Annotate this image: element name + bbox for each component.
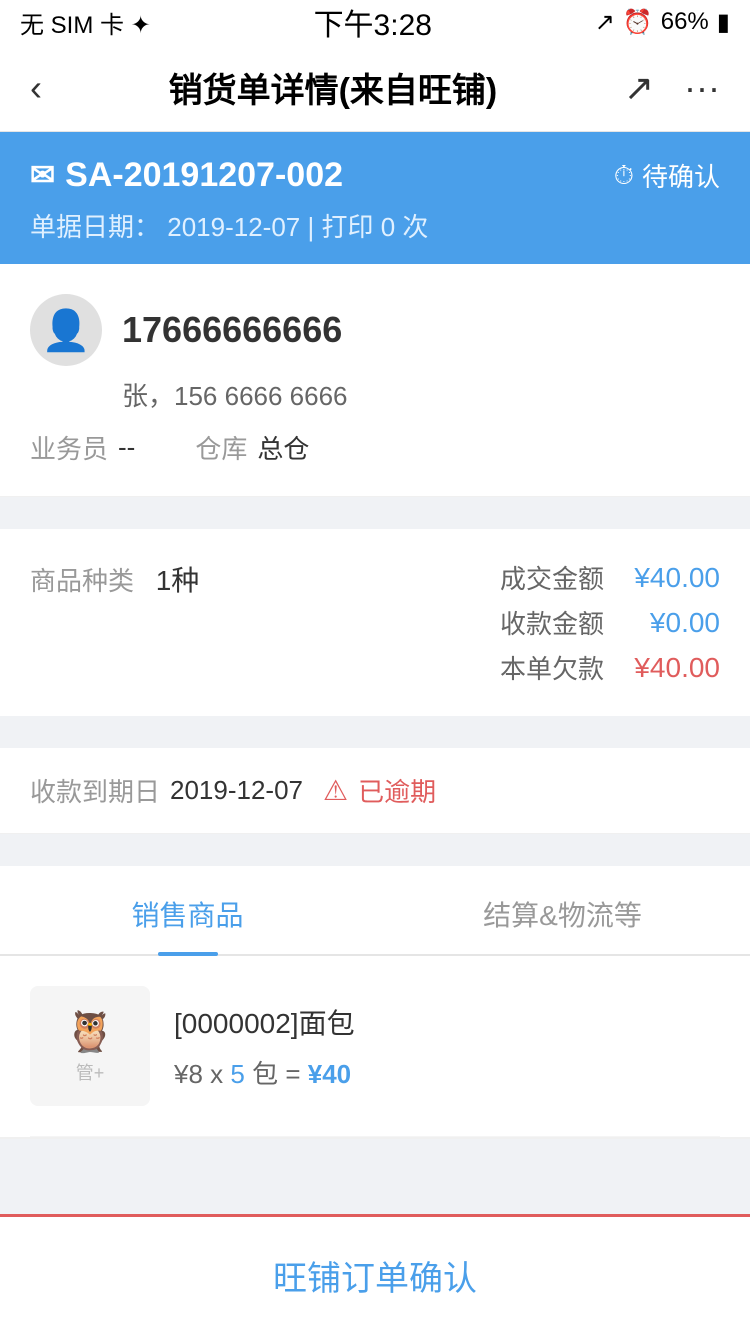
- bottom-bar: 旺铺订单确认: [0, 1214, 750, 1334]
- amount-label: 成交金额: [500, 559, 604, 596]
- status-text: 待确认: [642, 157, 720, 194]
- battery-label: 66%: [661, 8, 709, 36]
- table-row: 🦉 管+ [0000002]面包 ¥8 x 5 包 = ¥40: [30, 956, 720, 1137]
- confirm-order-button[interactable]: 旺铺订单确认: [273, 1251, 477, 1300]
- received-label: 收款金额: [500, 604, 604, 641]
- product-thumbnail: 🦉 管+: [30, 986, 150, 1106]
- overdue-warning-icon: ⚠: [323, 774, 348, 807]
- summary-section: 商品种类 1种 成交金额 ¥40.00 收款金额 ¥0.00 本单欠款 ¥40.…: [0, 529, 750, 716]
- owed-row: 本单欠款 ¥40.00: [500, 649, 720, 686]
- divider-1: [0, 497, 750, 513]
- received-value: ¥0.00: [620, 607, 720, 639]
- status-bar: 无 SIM 卡 ✦ 下午3:28 ↗ ⏰ 66% ▮: [0, 0, 750, 44]
- order-id-text: SA-20191207-002: [65, 156, 343, 195]
- more-button[interactable]: ···: [684, 67, 720, 109]
- customer-phone: 17666666666: [122, 309, 342, 351]
- tab-settlement[interactable]: 结算&物流等: [375, 866, 750, 954]
- divider-3: [0, 834, 750, 850]
- customer-name: 张，156 6666 6666: [122, 376, 720, 413]
- product-list: 🦉 管+ [0000002]面包 ¥8 x 5 包 = ¥40: [0, 956, 750, 1137]
- amount-value: ¥40.00: [620, 562, 720, 594]
- location-icon: ↗: [595, 8, 615, 37]
- battery-icon: ▮: [717, 8, 730, 37]
- product-total: ¥40: [308, 1059, 351, 1089]
- nav-bar: ‹ 销货单详情(来自旺铺) ↗ ···: [0, 44, 750, 132]
- tabs-row: 销售商品 结算&物流等: [0, 866, 750, 956]
- print-info: 打印 0 次: [321, 212, 428, 242]
- kind-value: 1种: [156, 565, 200, 596]
- kind-label: 商品种类: [30, 566, 134, 596]
- avatar: 👤: [30, 294, 102, 366]
- tab-settlement-label: 结算&物流等: [483, 900, 642, 931]
- status-left: 无 SIM 卡 ✦: [20, 5, 151, 40]
- meta-separator: |: [307, 212, 321, 242]
- summary-right: 成交金额 ¥40.00 收款金额 ¥0.00 本单欠款 ¥40.00: [500, 559, 720, 686]
- order-date: 2019-12-07: [167, 212, 300, 242]
- sim-label: 无 SIM 卡 ✦: [20, 5, 151, 40]
- overdue-text: 已逾期: [358, 772, 436, 809]
- date-label: 单据日期：: [30, 212, 160, 242]
- status-time: 下午3:28: [314, 0, 432, 44]
- owed-value: ¥40.00: [620, 652, 720, 684]
- warehouse-label: 仓库: [195, 429, 247, 466]
- summary-left: 商品种类 1种: [30, 559, 199, 599]
- sales-value: --: [118, 432, 135, 463]
- product-thumb-plus: 管+: [76, 1059, 105, 1085]
- order-status-badge: ⏱ 待确认: [614, 157, 720, 194]
- warehouse-value: 总仓: [257, 429, 309, 466]
- sales-label: 业务员: [30, 429, 108, 466]
- back-button[interactable]: ‹: [30, 67, 42, 109]
- alarm-icon: ⏰: [623, 8, 653, 37]
- received-row: 收款金额 ¥0.00: [500, 604, 720, 641]
- owed-label: 本单欠款: [500, 649, 604, 686]
- customer-section: 👤 17666666666 张，156 6666 6666 业务员 -- 仓库 …: [0, 264, 750, 497]
- status-right: ↗ ⏰ 66% ▮: [595, 8, 730, 37]
- nav-actions: ↗ ···: [624, 67, 720, 109]
- amount-row: 成交金额 ¥40.00: [500, 559, 720, 596]
- tabs-section: 销售商品 结算&物流等 🦉 管+ [0000002]面包 ¥8 x 5 包: [0, 866, 750, 1139]
- order-header-card: ✉ SA-20191207-002 ⏱ 待确认 单据日期： 2019-12-07…: [0, 132, 750, 264]
- quantity: 5: [230, 1059, 244, 1089]
- overdue-date: 2019-12-07: [170, 775, 303, 806]
- price-unit: ¥8: [174, 1059, 203, 1089]
- equals-symbol: =: [285, 1059, 307, 1089]
- product-thumb-icon: 🦉: [65, 1008, 115, 1055]
- overdue-label: 收款到期日: [30, 772, 160, 809]
- tab-sales-goods[interactable]: 销售商品: [0, 866, 375, 954]
- sales-field: 业务员 --: [30, 429, 135, 466]
- avatar-icon: 👤: [41, 307, 91, 354]
- status-clock-icon: ⏱: [614, 160, 634, 192]
- page-title: 销货单详情(来自旺铺): [169, 63, 498, 112]
- order-icon: ✉: [30, 158, 55, 193]
- tab-sales-label: 销售商品: [131, 900, 243, 931]
- order-meta: 单据日期： 2019-12-07 | 打印 0 次: [30, 207, 720, 244]
- share-button[interactable]: ↗: [624, 67, 654, 109]
- multiply-symbol: x: [210, 1059, 230, 1089]
- customer-fields: 业务员 -- 仓库 总仓: [30, 429, 720, 466]
- warehouse-field: 仓库 总仓: [195, 429, 309, 466]
- overdue-section: 收款到期日 2019-12-07 ⚠ 已逾期: [0, 748, 750, 834]
- order-id: ✉ SA-20191207-002: [30, 156, 343, 195]
- unit: 包: [252, 1059, 278, 1089]
- product-name: [0000002]面包: [174, 1002, 720, 1042]
- product-info: [0000002]面包 ¥8 x 5 包 = ¥40: [174, 1002, 720, 1091]
- product-price: ¥8 x 5 包 = ¥40: [174, 1054, 720, 1091]
- divider-2: [0, 716, 750, 732]
